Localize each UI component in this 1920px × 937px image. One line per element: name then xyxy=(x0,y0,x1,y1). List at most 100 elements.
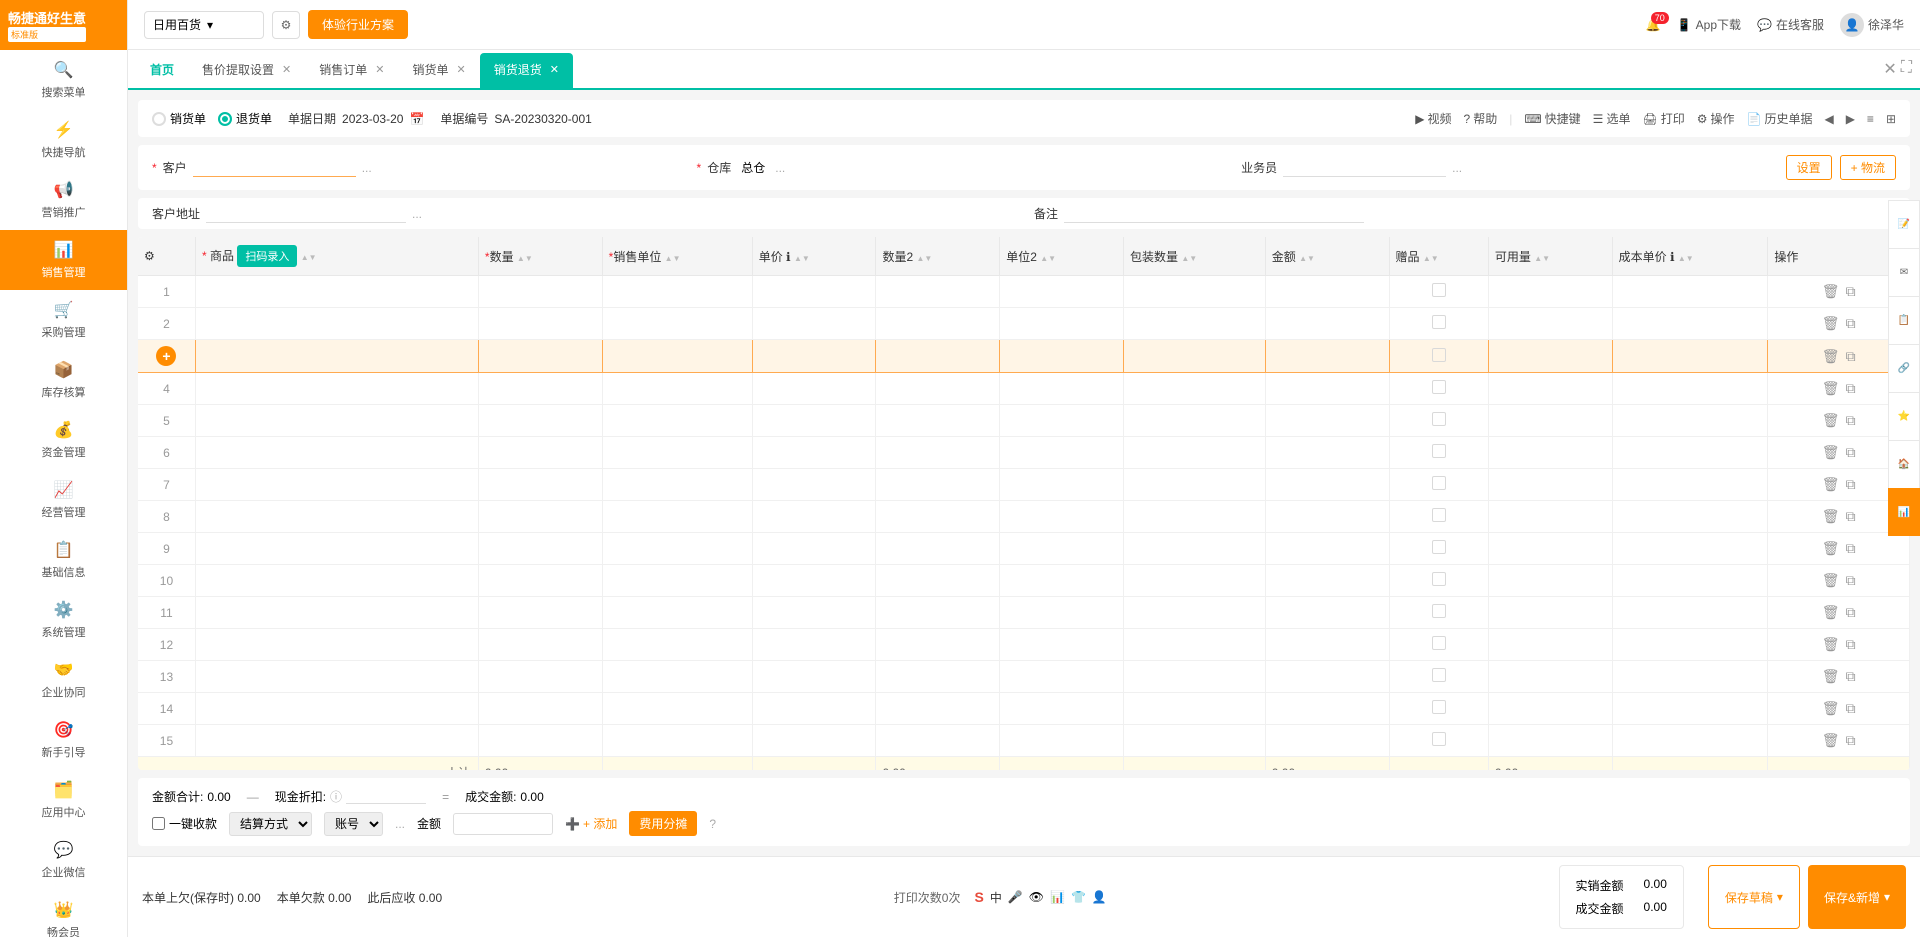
unit-price-cell-6[interactable] xyxy=(752,437,876,469)
cost-price-cell-11[interactable] xyxy=(1612,597,1768,629)
sidebar-item-sales[interactable]: 📊 销售管理 xyxy=(0,230,127,290)
operate-action[interactable]: ⚙ 操作 xyxy=(1697,110,1735,127)
gift-cell-10[interactable] xyxy=(1389,565,1488,597)
gift-cell-2[interactable] xyxy=(1389,308,1488,340)
pack-qty-cell-3[interactable] xyxy=(1124,340,1266,373)
copy-icon-8[interactable]: ⧉ xyxy=(1846,508,1856,525)
cost-price-cell-7[interactable] xyxy=(1612,469,1768,501)
add-payment-btn[interactable]: ➕ + 添加 xyxy=(565,815,617,832)
gift-cell-14[interactable] xyxy=(1389,693,1488,725)
pack-qty-cell-11[interactable] xyxy=(1124,597,1266,629)
amount-cell-7[interactable] xyxy=(1265,469,1389,501)
quantity2-cell-15[interactable] xyxy=(876,725,1000,757)
pack-qty-cell-1[interactable] xyxy=(1124,276,1266,308)
copy-icon-5[interactable]: ⧉ xyxy=(1846,412,1856,429)
delete-icon-10[interactable]: 🗑 xyxy=(1822,572,1840,589)
unit-price-cell-9[interactable] xyxy=(752,533,876,565)
available-cell-13[interactable] xyxy=(1488,661,1612,693)
quantity-cell-14[interactable] xyxy=(478,693,602,725)
delete-icon-9[interactable]: 🗑 xyxy=(1822,540,1840,557)
sidebar-item-finance[interactable]: 💰 资金管理 xyxy=(0,410,127,470)
unit2-cell-6[interactable] xyxy=(1000,437,1124,469)
unit2-cell-5[interactable] xyxy=(1000,405,1124,437)
product-cell-1[interactable] xyxy=(195,276,478,308)
delete-icon-4[interactable]: 🗑 xyxy=(1822,380,1840,397)
quantity2-cell-5[interactable] xyxy=(876,405,1000,437)
unit-price-cell-2[interactable] xyxy=(752,308,876,340)
quantity2-cell-11[interactable] xyxy=(876,597,1000,629)
gift-cell-13[interactable] xyxy=(1389,661,1488,693)
copy-icon-1[interactable]: ⧉ xyxy=(1846,283,1856,300)
gift-checkbox-3[interactable] xyxy=(1432,348,1446,362)
gift-checkbox-13[interactable] xyxy=(1432,668,1446,682)
unit-price-cell-5[interactable] xyxy=(752,405,876,437)
remark-input[interactable] xyxy=(1064,204,1364,223)
product-cell-12[interactable] xyxy=(195,629,478,661)
address-input[interactable] xyxy=(206,204,406,223)
copy-icon-7[interactable]: ⧉ xyxy=(1846,476,1856,493)
quantity-cell-9[interactable] xyxy=(478,533,602,565)
product-cell-14[interactable] xyxy=(195,693,478,725)
pack-qty-cell-8[interactable] xyxy=(1124,501,1266,533)
print-action[interactable]: 🖨 打印 xyxy=(1642,110,1684,127)
right-tool-list[interactable]: 📋 xyxy=(1888,296,1920,344)
quantity2-cell-8[interactable] xyxy=(876,501,1000,533)
sidebar-item-marketing[interactable]: 📢 营销推广 xyxy=(0,170,127,230)
unit2-cell-7[interactable] xyxy=(1000,469,1124,501)
quantity-cell-12[interactable] xyxy=(478,629,602,661)
delete-icon-8[interactable]: 🗑 xyxy=(1822,508,1840,525)
delete-icon-12[interactable]: 🗑 xyxy=(1822,636,1840,653)
video-action[interactable]: ▶ 视频 xyxy=(1415,110,1451,127)
tab-sale-price[interactable]: 售价提取设置 ✕ xyxy=(188,53,305,88)
product-cell-7[interactable] xyxy=(195,469,478,501)
unit2-cell-14[interactable] xyxy=(1000,693,1124,725)
salesperson-input[interactable] xyxy=(1283,158,1446,177)
tab-close-icon[interactable]: ✕ xyxy=(282,63,291,76)
save-draft-btn[interactable]: 保存草稿 ▾ xyxy=(1708,865,1800,929)
sidebar-item-system[interactable]: ⚙️ 系统管理 xyxy=(0,590,127,650)
sidebar-item-wechat[interactable]: 💬 企业微信 xyxy=(0,830,127,890)
add-row-btn[interactable]: + xyxy=(156,346,176,366)
sale-unit-cell-6[interactable] xyxy=(602,437,752,469)
pack-qty-cell-12[interactable] xyxy=(1124,629,1266,661)
sale-return-radio[interactable]: 退货单 xyxy=(218,110,272,127)
gift-cell-6[interactable] xyxy=(1389,437,1488,469)
pack-qty-cell-10[interactable] xyxy=(1124,565,1266,597)
footer-icon-s[interactable]: S xyxy=(974,889,983,905)
one-click-payment-checkbox[interactable]: 一键收款 xyxy=(152,815,217,832)
cost-price-cell-1[interactable] xyxy=(1612,276,1768,308)
sale-unit-cell-3[interactable] xyxy=(602,340,752,373)
gift-checkbox-9[interactable] xyxy=(1432,540,1446,554)
help-action[interactable]: ? 帮助 xyxy=(1464,110,1498,127)
copy-icon-12[interactable]: ⧉ xyxy=(1846,636,1856,653)
pack-qty-cell-5[interactable] xyxy=(1124,405,1266,437)
tab-sale-delivery[interactable]: 销货单 ✕ xyxy=(398,53,479,88)
copy-icon-10[interactable]: ⧉ xyxy=(1846,572,1856,589)
delete-icon-7[interactable]: 🗑 xyxy=(1822,476,1840,493)
gift-checkbox-10[interactable] xyxy=(1432,572,1446,586)
quantity-cell-3[interactable] xyxy=(478,340,602,373)
copy-icon-15[interactable]: ⧉ xyxy=(1846,732,1856,749)
cost-price-cell-10[interactable] xyxy=(1612,565,1768,597)
unit-price-cell-13[interactable] xyxy=(752,661,876,693)
unit-price-cell-15[interactable] xyxy=(752,725,876,757)
gift-checkbox-8[interactable] xyxy=(1432,508,1446,522)
unit2-cell-13[interactable] xyxy=(1000,661,1124,693)
sale-unit-cell-13[interactable] xyxy=(602,661,752,693)
unit2-cell-4[interactable] xyxy=(1000,373,1124,405)
gift-cell-7[interactable] xyxy=(1389,469,1488,501)
pack-qty-cell-13[interactable] xyxy=(1124,661,1266,693)
gift-checkbox-7[interactable] xyxy=(1432,476,1446,490)
available-cell-4[interactable] xyxy=(1488,373,1612,405)
gift-cell-8[interactable] xyxy=(1389,501,1488,533)
delete-icon-11[interactable]: 🗑 xyxy=(1822,604,1840,621)
unit2-cell-8[interactable] xyxy=(1000,501,1124,533)
cost-price-cell-15[interactable] xyxy=(1612,725,1768,757)
footer-icon-chart[interactable]: 📊 xyxy=(1050,890,1065,904)
sidebar-item-guide[interactable]: 🎯 新手引导 xyxy=(0,710,127,770)
pack-qty-cell-2[interactable] xyxy=(1124,308,1266,340)
calendar-icon[interactable]: 📅 xyxy=(409,112,424,126)
cost-price-cell-9[interactable] xyxy=(1612,533,1768,565)
gift-cell-9[interactable] xyxy=(1389,533,1488,565)
pack-qty-cell-15[interactable] xyxy=(1124,725,1266,757)
